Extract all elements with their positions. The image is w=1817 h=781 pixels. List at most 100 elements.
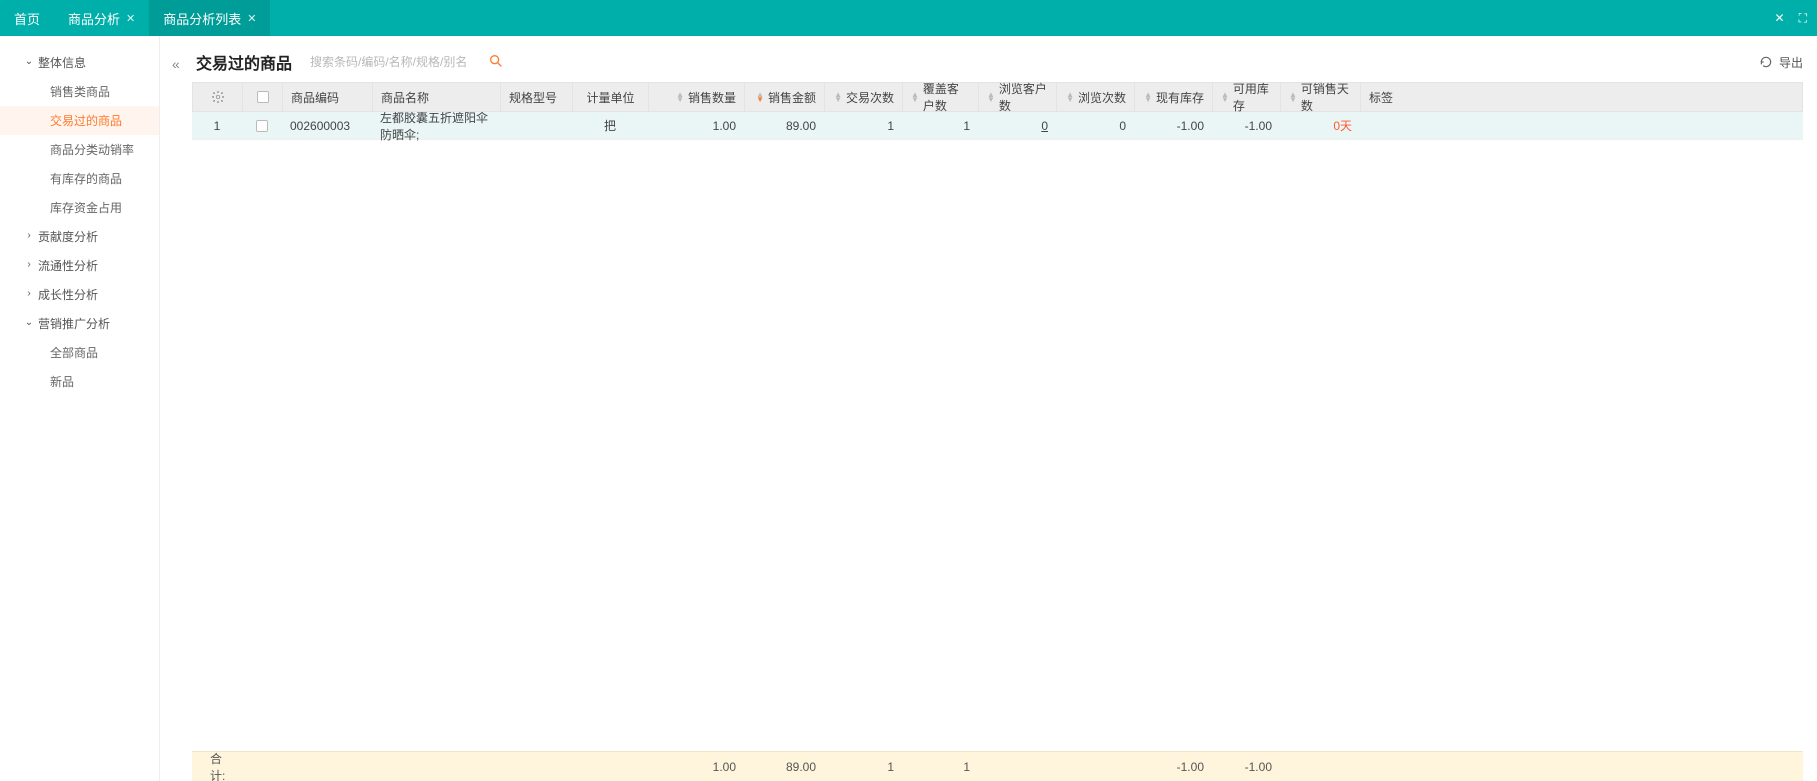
collapse-sidebar-button[interactable]: « [172, 56, 192, 76]
footer-days [1280, 752, 1360, 781]
table-body: 1 002600003 左都胶囊五折遮阳伞防晒伞; 把 1.00 89.00 1… [192, 112, 1803, 751]
sort-icon: ▲▼ [676, 92, 684, 102]
search-input[interactable] [304, 51, 484, 73]
footer-label: 合计: [192, 752, 242, 781]
cell-tag [1360, 112, 1803, 139]
cell-brcnt: 0 [1056, 112, 1134, 139]
table: 商品编码 商品名称 规格型号 计量单位 ▲▼销售数量 ▲▼销售金额 ▲▼交易次数… [178, 82, 1817, 781]
sidebar-group-label: 整体信息 [38, 54, 86, 71]
footer-amt: 89.00 [744, 752, 824, 781]
tab-home[interactable]: 首页 [0, 0, 54, 36]
column-settings[interactable] [193, 83, 243, 111]
column-stk[interactable]: ▲▼现有库存 [1135, 83, 1213, 111]
column-days[interactable]: ▲▼可销售天数 [1281, 83, 1361, 111]
export-label: 导出 [1779, 54, 1803, 71]
sort-icon: ▲▼ [1144, 92, 1152, 102]
export-button[interactable]: 导出 [1759, 54, 1803, 71]
column-spec[interactable]: 规格型号 [501, 83, 573, 111]
column-qty[interactable]: ▲▼销售数量 [649, 83, 745, 111]
fullscreen-icon[interactable]: ⛶ [1799, 11, 1807, 26]
sidebar-group-overview[interactable]: ⌄ 整体信息 [0, 48, 159, 77]
chevron-down-icon: ⌄ [24, 56, 34, 67]
sidebar-group-label: 成长性分析 [38, 286, 98, 303]
close-all-icon[interactable]: ✕ [1775, 11, 1785, 25]
column-astk[interactable]: ▲▼可用库存 [1213, 83, 1281, 111]
sort-icon: ▲▼ [1221, 92, 1229, 102]
table-header: 商品编码 商品名称 规格型号 计量单位 ▲▼销售数量 ▲▼销售金额 ▲▼交易次数… [192, 82, 1803, 112]
sidebar-group-marketing[interactable]: ⌄ 营销推广分析 [0, 309, 159, 338]
tab-bar: 首页 商品分析 ✕ 商品分析列表 ✕ ✕ ⛶ [0, 0, 1817, 36]
sidebar-item-new-products[interactable]: 新品 [0, 367, 159, 396]
cell-days: 0天 [1280, 112, 1360, 139]
sidebar-item-sales-products[interactable]: 销售类商品 [0, 77, 159, 106]
sort-icon: ▲▼ [834, 92, 842, 102]
sort-icon: ▲▼ [987, 92, 995, 102]
sidebar-group-liquidity[interactable]: › 流通性分析 [0, 251, 159, 280]
main: 交易过的商品 导出 商品编码 商品名称 规格型号 计量单位 [178, 36, 1817, 781]
tab-label: 商品分析 [68, 9, 120, 28]
sidebar-item-stock-capital[interactable]: 库存资金占用 [0, 193, 159, 222]
sort-icon: ▲▼ [1289, 92, 1297, 102]
cell-cust: 1 [902, 112, 978, 139]
chevron-right-icon: › [24, 259, 34, 270]
footer-cust: 1 [902, 752, 978, 781]
tab-label: 商品分析列表 [163, 9, 241, 28]
sidebar-item-all-products[interactable]: 全部商品 [0, 338, 159, 367]
checkbox-icon [256, 120, 268, 132]
cell-code: 002600003 [282, 112, 372, 139]
sidebar-item-traded-products[interactable]: 交易过的商品 [0, 106, 159, 135]
footer-stk: -1.00 [1134, 752, 1212, 781]
column-trx[interactable]: ▲▼交易次数 [825, 83, 903, 111]
footer-qty: 1.00 [648, 752, 744, 781]
close-icon[interactable]: ✕ [126, 12, 135, 25]
sidebar-group-label: 贡献度分析 [38, 228, 98, 245]
footer-trx: 1 [824, 752, 902, 781]
sort-icon: ▲▼ [911, 92, 919, 102]
cell-trx: 1 [824, 112, 902, 139]
tab-product-analysis-list[interactable]: 商品分析列表 ✕ [149, 0, 270, 36]
column-code[interactable]: 商品编码 [283, 83, 373, 111]
cell-qty: 1.00 [648, 112, 744, 139]
tabbar-actions: ✕ ⛶ [1765, 0, 1817, 36]
table-row[interactable]: 1 002600003 左都胶囊五折遮阳伞防晒伞; 把 1.00 89.00 1… [192, 112, 1803, 140]
cell-name: 左都胶囊五折遮阳伞防晒伞; [372, 112, 500, 139]
layout: ⌄ 整体信息 销售类商品 交易过的商品 商品分类动销率 有库存的商品 库存资金占… [0, 36, 1817, 781]
close-icon[interactable]: ✕ [247, 12, 256, 25]
column-tag[interactable]: 标签 [1361, 83, 1802, 111]
column-checkbox[interactable] [243, 83, 283, 111]
chevron-right-icon: › [24, 288, 34, 299]
sidebar-item-category-turnover[interactable]: 商品分类动销率 [0, 135, 159, 164]
sidebar-group-label: 流通性分析 [38, 257, 98, 274]
cell-brws[interactable]: 0 [978, 112, 1056, 139]
footer-brcnt [1056, 752, 1134, 781]
tab-label: 首页 [14, 9, 40, 28]
sort-icon: ▲▼ [756, 92, 764, 102]
search-icon[interactable] [488, 53, 504, 72]
column-brws[interactable]: ▲▼浏览客户数 [979, 83, 1057, 111]
cell-index: 1 [192, 112, 242, 139]
sidebar-group-growth[interactable]: › 成长性分析 [0, 280, 159, 309]
cell-checkbox[interactable] [242, 112, 282, 139]
column-unit[interactable]: 计量单位 [573, 83, 649, 111]
refresh-icon [1759, 55, 1773, 69]
chevron-down-icon: ⌄ [24, 317, 34, 328]
column-cust[interactable]: ▲▼覆盖客户数 [903, 83, 979, 111]
sidebar-group-contribution[interactable]: › 贡献度分析 [0, 222, 159, 251]
gear-icon [211, 90, 225, 104]
sidebar-group-label: 营销推广分析 [38, 315, 110, 332]
footer-astk: -1.00 [1212, 752, 1280, 781]
column-brcnt[interactable]: ▲▼浏览次数 [1057, 83, 1135, 111]
cell-spec [500, 112, 572, 139]
tab-product-analysis[interactable]: 商品分析 ✕ [54, 0, 149, 36]
cell-stk: -1.00 [1134, 112, 1212, 139]
table-footer: 合计: 1.00 89.00 1 1 -1.00 -1.00 [192, 751, 1803, 781]
sidebar-item-instock-products[interactable]: 有库存的商品 [0, 164, 159, 193]
search-wrap [304, 51, 504, 73]
title-bar: 交易过的商品 导出 [178, 36, 1817, 82]
sort-icon: ▲▼ [1066, 92, 1074, 102]
column-name[interactable]: 商品名称 [373, 83, 501, 111]
sidebar: ⌄ 整体信息 销售类商品 交易过的商品 商品分类动销率 有库存的商品 库存资金占… [0, 36, 160, 781]
page-title: 交易过的商品 [196, 50, 292, 74]
cell-unit: 把 [572, 112, 648, 139]
column-amt[interactable]: ▲▼销售金额 [745, 83, 825, 111]
